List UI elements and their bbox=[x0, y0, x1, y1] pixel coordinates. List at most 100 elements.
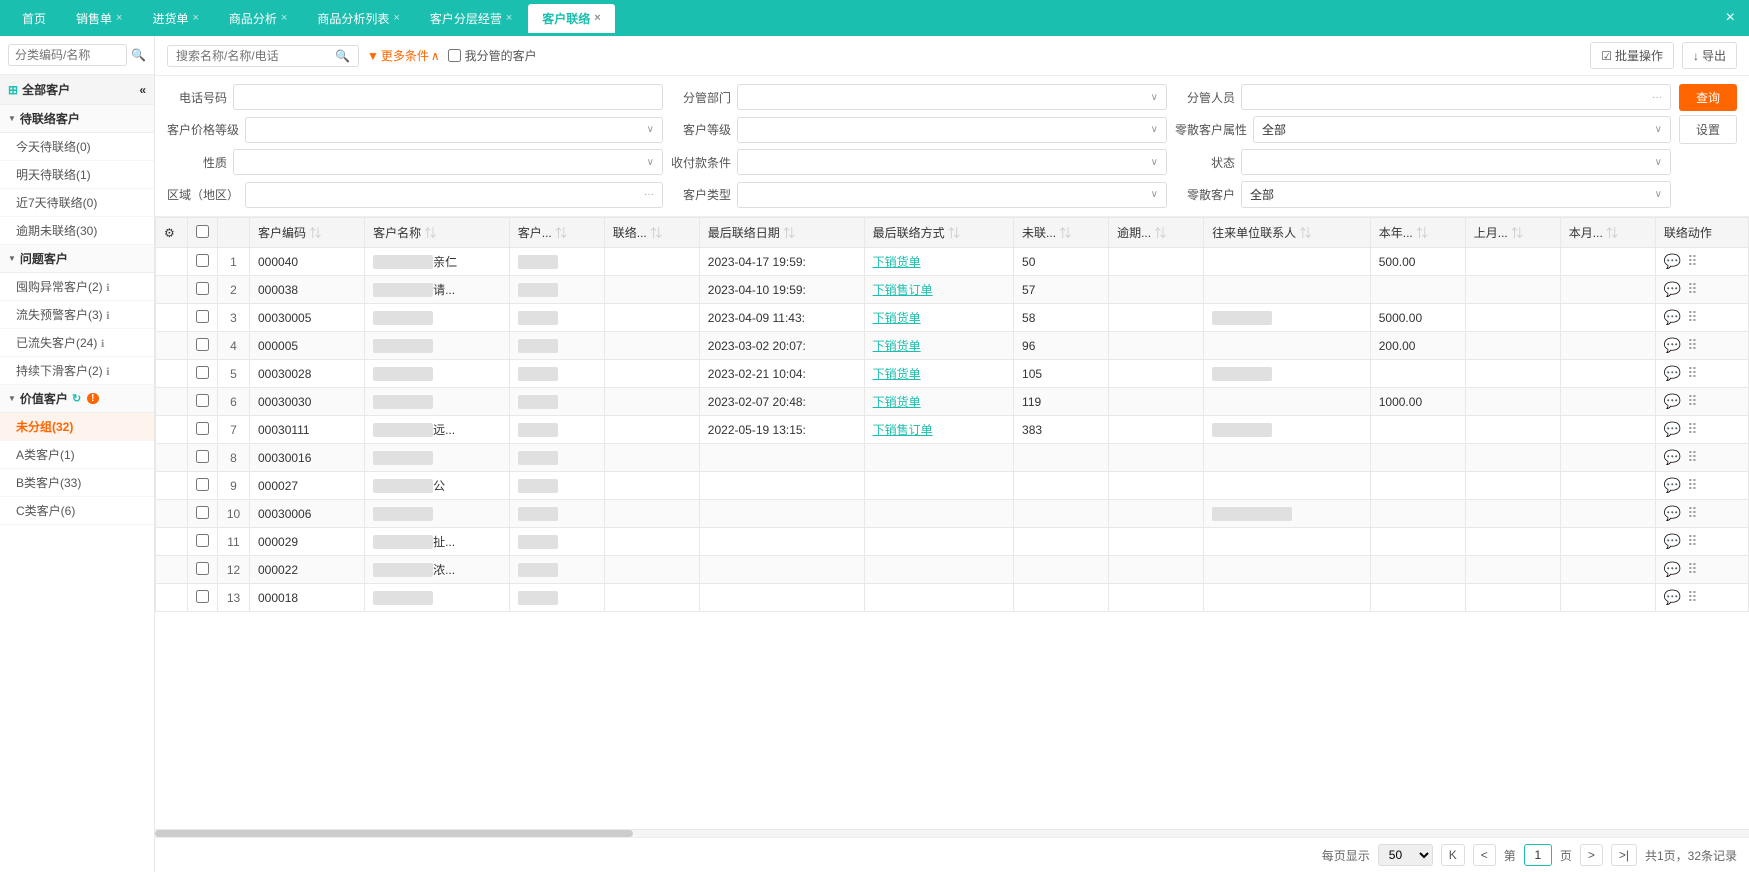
contact-way-link[interactable]: 下销货单 bbox=[873, 339, 921, 353]
select-all-checkbox[interactable] bbox=[196, 225, 209, 238]
row-checkbox[interactable] bbox=[196, 310, 209, 323]
sidebar-item-class-a[interactable]: A类客户(1) bbox=[0, 441, 154, 469]
sidebar-group-value-customers[interactable]: ▼ 价值客户 ↻ ! bbox=[0, 385, 154, 413]
tab-home[interactable]: 首页 bbox=[8, 4, 60, 33]
more-icon[interactable]: ⠿ bbox=[1687, 589, 1697, 606]
search-button[interactable]: 查询 bbox=[1679, 84, 1737, 111]
col-contact[interactable]: 联络... ⇅ bbox=[604, 218, 699, 248]
last-page-button[interactable]: >| bbox=[1611, 844, 1637, 866]
close-icon[interactable]: × bbox=[594, 12, 600, 24]
contact-way-link[interactable]: 下销货单 bbox=[873, 395, 921, 409]
chat-icon[interactable]: 💬 bbox=[1664, 421, 1681, 438]
next-page-button[interactable]: > bbox=[1580, 844, 1603, 866]
more-icon[interactable]: ⠿ bbox=[1687, 393, 1697, 410]
row-checkbox[interactable] bbox=[196, 590, 209, 603]
sidebar-item-declining[interactable]: 持续下滑客户(2) ℹ bbox=[0, 357, 154, 385]
chat-icon[interactable]: 💬 bbox=[1664, 561, 1681, 578]
per-page-select[interactable]: 50 100 200 bbox=[1378, 844, 1433, 866]
col-this-month[interactable]: 本月... ⇅ bbox=[1560, 218, 1655, 248]
filter-price-select[interactable]: ∨ bbox=[245, 117, 663, 143]
chat-icon[interactable]: 💬 bbox=[1664, 449, 1681, 466]
close-icon[interactable]: × bbox=[281, 12, 287, 24]
search-icon[interactable]: 🔍 bbox=[131, 48, 146, 62]
close-icon[interactable]: × bbox=[393, 12, 399, 24]
main-search-input[interactable] bbox=[176, 49, 331, 63]
filter-phone-input[interactable] bbox=[233, 84, 663, 110]
more-icon[interactable]: ⠿ bbox=[1687, 309, 1697, 326]
prev-page-button[interactable]: < bbox=[1473, 844, 1496, 866]
sidebar-item-class-c[interactable]: C类客户(6) bbox=[0, 497, 154, 525]
current-page-display[interactable]: 1 bbox=[1524, 844, 1552, 866]
chat-icon[interactable]: 💬 bbox=[1664, 505, 1681, 522]
filter-nature-select[interactable]: ∨ bbox=[233, 149, 663, 175]
tab-product-analysis-list[interactable]: 商品分析列表 × bbox=[303, 4, 413, 33]
chat-icon[interactable]: 💬 bbox=[1664, 477, 1681, 494]
row-checkbox[interactable] bbox=[196, 562, 209, 575]
row-checkbox[interactable] bbox=[196, 282, 209, 295]
my-customers-checkbox[interactable] bbox=[448, 49, 461, 62]
close-icon[interactable]: × bbox=[192, 12, 198, 24]
col-customer-code[interactable]: 客户编码 ⇅ bbox=[250, 218, 365, 248]
col-last-contact-date[interactable]: 最后联络日期 ⇅ bbox=[699, 218, 864, 248]
row-checkbox[interactable] bbox=[196, 338, 209, 351]
col-settings[interactable]: ⚙ bbox=[156, 218, 188, 248]
col-overdue[interactable]: 逾期... ⇅ bbox=[1109, 218, 1204, 248]
col-no-contact[interactable]: 未联... ⇅ bbox=[1014, 218, 1109, 248]
sidebar-item-overdue-contact[interactable]: 逾期未联络(30) bbox=[0, 217, 154, 245]
more-icon[interactable]: ⠿ bbox=[1687, 365, 1697, 382]
close-icon[interactable]: × bbox=[116, 12, 122, 24]
filter-manager-input[interactable]: ··· bbox=[1241, 84, 1671, 110]
sidebar-item-churned[interactable]: 已流失客户(24) ℹ bbox=[0, 329, 154, 357]
collapse-icon[interactable]: « bbox=[139, 83, 146, 97]
col-last-contact-way[interactable]: 最后联络方式 ⇅ bbox=[864, 218, 1013, 248]
chat-icon[interactable]: 💬 bbox=[1664, 393, 1681, 410]
chat-icon[interactable]: 💬 bbox=[1664, 253, 1681, 270]
more-icon[interactable]: ⠿ bbox=[1687, 421, 1697, 438]
sidebar-item-churn-warning[interactable]: 流失预警客户(3) ℹ bbox=[0, 301, 154, 329]
row-checkbox[interactable] bbox=[196, 366, 209, 379]
scrollbar-thumb[interactable] bbox=[155, 830, 633, 837]
close-icon[interactable]: × bbox=[506, 12, 512, 24]
more-icon[interactable]: ⠿ bbox=[1687, 533, 1697, 550]
sidebar-item-today-pending[interactable]: 今天待联络(0) bbox=[0, 133, 154, 161]
export-button[interactable]: ↓ 导出 bbox=[1682, 42, 1737, 69]
filter-dept-select[interactable]: ∨ bbox=[737, 84, 1167, 110]
category-search-input[interactable] bbox=[8, 44, 127, 66]
sidebar-item-unclassified[interactable]: 未分组(32) bbox=[0, 413, 154, 441]
tab-customer-contact[interactable]: 客户联络 × bbox=[528, 4, 614, 33]
row-checkbox[interactable] bbox=[196, 394, 209, 407]
row-checkbox[interactable] bbox=[196, 450, 209, 463]
row-checkbox[interactable] bbox=[196, 478, 209, 491]
settings-button[interactable]: 设置 bbox=[1679, 115, 1737, 144]
batch-operation-button[interactable]: ☑ 批量操作 bbox=[1590, 42, 1674, 69]
tab-purchase[interactable]: 进货单 × bbox=[138, 4, 212, 33]
search-icon[interactable]: 🔍 bbox=[335, 49, 350, 63]
row-checkbox[interactable] bbox=[196, 534, 209, 547]
sidebar-group-pending-contact[interactable]: ▼ 待联络客户 bbox=[0, 105, 154, 133]
filter-type-select[interactable]: ∨ bbox=[737, 182, 1167, 208]
more-icon[interactable]: ⠿ bbox=[1687, 505, 1697, 522]
row-checkbox[interactable] bbox=[196, 506, 209, 519]
filter-sparse-cust-select[interactable]: 全部∨ bbox=[1241, 181, 1671, 208]
col-last-month[interactable]: 上月... ⇅ bbox=[1465, 218, 1560, 248]
more-icon[interactable]: ⠿ bbox=[1687, 477, 1697, 494]
contact-way-link[interactable]: 下销售订单 bbox=[873, 423, 933, 437]
col-customer-name[interactable]: 客户名称 ⇅ bbox=[365, 218, 510, 248]
first-page-button[interactable]: K bbox=[1441, 844, 1465, 866]
chat-icon[interactable]: 💬 bbox=[1664, 589, 1681, 606]
more-icon[interactable]: ⠿ bbox=[1687, 281, 1697, 298]
row-checkbox[interactable] bbox=[196, 254, 209, 267]
window-close-button[interactable]: × bbox=[1720, 9, 1741, 27]
sidebar-group-problem-customers[interactable]: ▼ 问题客户 bbox=[0, 245, 154, 273]
contact-way-link[interactable]: 下销售订单 bbox=[873, 283, 933, 297]
chat-icon[interactable]: 💬 bbox=[1664, 337, 1681, 354]
col-this-year[interactable]: 本年... ⇅ bbox=[1370, 218, 1465, 248]
tab-product-analysis[interactable]: 商品分析 × bbox=[215, 4, 301, 33]
more-icon[interactable]: ⠿ bbox=[1687, 337, 1697, 354]
filter-payment-select[interactable]: ∨ bbox=[737, 149, 1167, 175]
row-checkbox[interactable] bbox=[196, 422, 209, 435]
tab-customer-segment[interactable]: 客户分层经营 × bbox=[416, 4, 526, 33]
filter-status-select[interactable]: ∨ bbox=[1241, 149, 1671, 175]
sidebar-item-7days-pending[interactable]: 近7天待联络(0) bbox=[0, 189, 154, 217]
refresh-icon[interactable]: ↻ bbox=[72, 392, 81, 405]
